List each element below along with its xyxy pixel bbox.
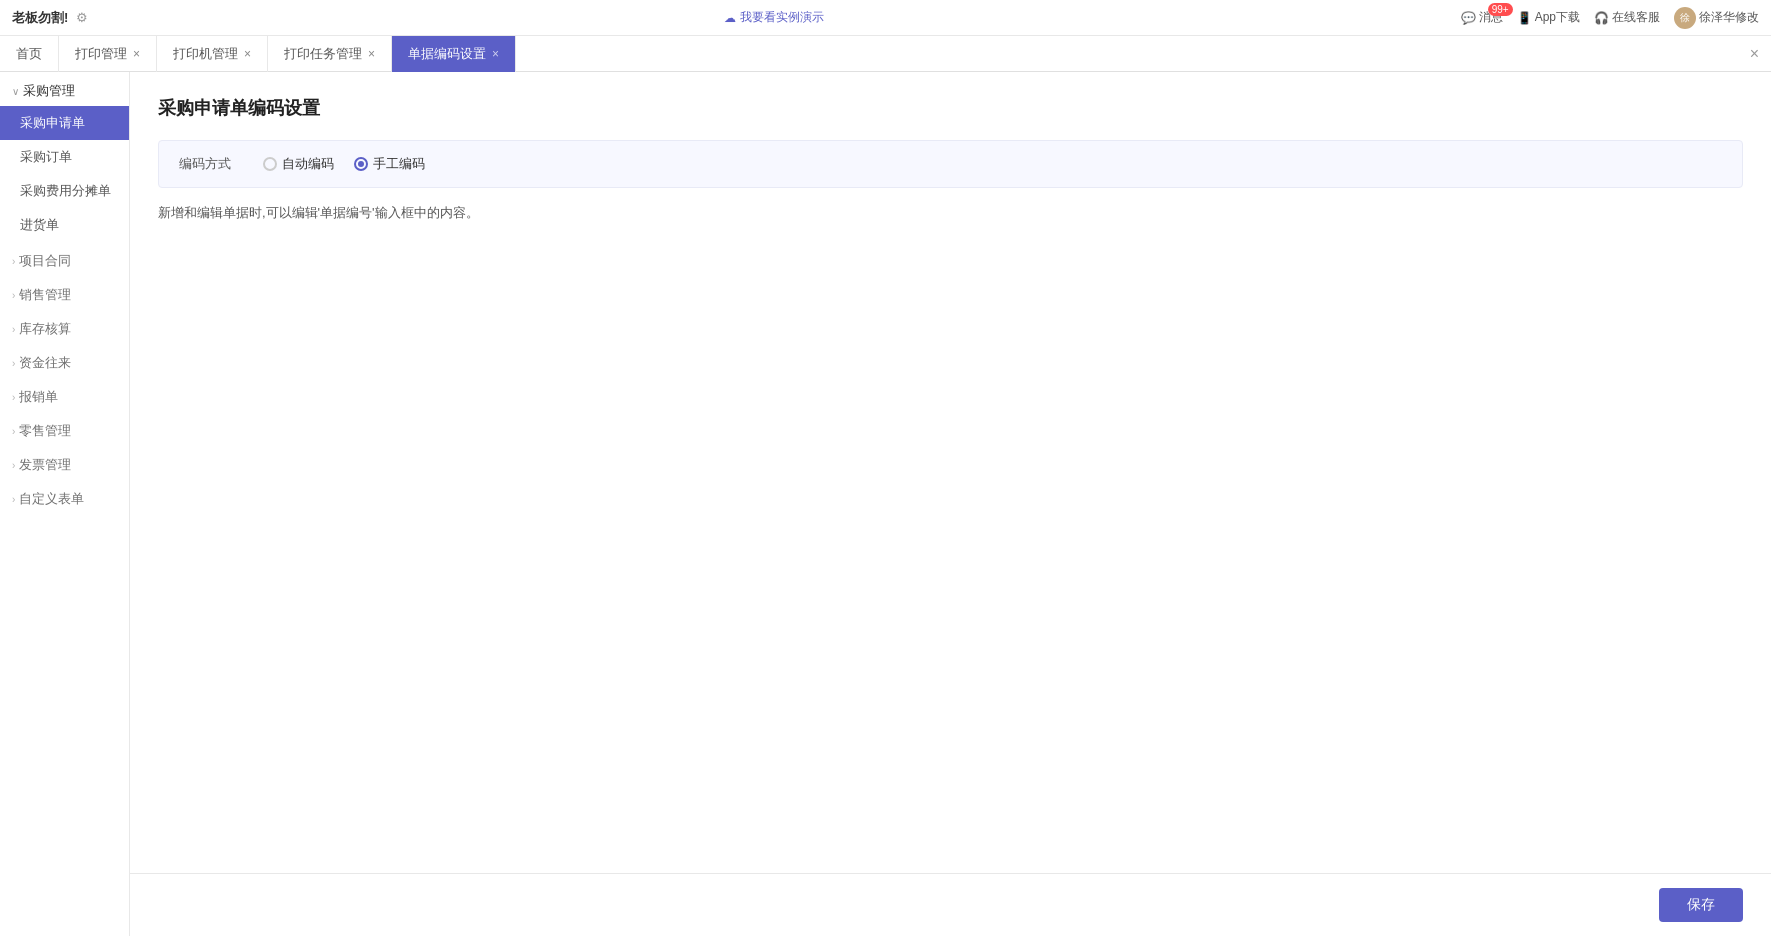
message-icon: 💬: [1461, 11, 1476, 25]
sidebar-group-capital: › 资金往来: [0, 344, 129, 378]
save-button[interactable]: 保存: [1659, 888, 1743, 922]
online-service-button[interactable]: 🎧 在线客服: [1594, 9, 1660, 26]
chevron-down-icon: ∨: [12, 86, 19, 97]
tab-close-print-task[interactable]: ×: [368, 47, 375, 61]
chevron-right-icon-6: ›: [12, 426, 15, 437]
chevron-right-icon-2: ›: [12, 290, 15, 301]
main-layout: ∨ 采购管理 采购申请单 采购订单 采购费用分摊单 进货单 › 项目合同: [0, 72, 1771, 936]
tab-document-code-label: 单据编码设置: [408, 45, 486, 63]
cloud-icon: ☁: [724, 11, 736, 25]
encoding-section: 编码方式 自动编码 手工编码: [158, 140, 1743, 188]
app-logo: 老板勿割!: [12, 9, 68, 27]
description-text: 新增和编辑单据时,可以编辑'单据编号'输入框中的内容。: [158, 204, 1743, 222]
chevron-right-icon-8: ›: [12, 494, 15, 505]
sidebar-item-goods-receipt[interactable]: 进货单: [0, 208, 129, 242]
tab-print-management[interactable]: 打印管理 ×: [59, 36, 157, 72]
chevron-right-icon-7: ›: [12, 460, 15, 471]
sidebar-group-sales-title[interactable]: › 销售管理: [0, 276, 129, 310]
sidebar-group-purchase-title[interactable]: ∨ 采购管理: [0, 72, 129, 106]
top-bar-right: 💬 消息 99+ 📱 App下载 🎧 在线客服 徐 徐泽华修改: [1461, 7, 1759, 29]
sidebar-group-invoice: › 发票管理: [0, 446, 129, 480]
footer: 保存: [130, 873, 1771, 936]
tab-print-task[interactable]: 打印任务管理 ×: [268, 36, 392, 72]
headset-icon: 🎧: [1594, 11, 1609, 25]
tab-close-document-code[interactable]: ×: [492, 47, 499, 61]
chevron-right-icon: ›: [12, 256, 15, 267]
sidebar-group-expense: › 报销单: [0, 378, 129, 412]
message-button[interactable]: 💬 消息 99+: [1461, 9, 1503, 26]
page-title: 采购申请单编码设置: [158, 96, 1743, 120]
tab-bar-close-all[interactable]: ×: [1738, 45, 1771, 63]
announcement-text[interactable]: 我要看实例演示: [740, 9, 824, 26]
top-bar-center: ☁ 我要看实例演示: [724, 9, 824, 26]
tab-close-printer[interactable]: ×: [244, 47, 251, 61]
tab-home[interactable]: 首页: [0, 36, 59, 72]
sidebar-group-invoice-title[interactable]: › 发票管理: [0, 446, 129, 480]
chevron-right-icon-3: ›: [12, 324, 15, 335]
encoding-radio-group: 自动编码 手工编码: [263, 155, 425, 173]
sidebar-group-purchase: ∨ 采购管理 采购申请单 采购订单 采购费用分摊单 进货单: [0, 72, 129, 242]
sidebar-group-purchase-label: 采购管理: [23, 82, 75, 100]
sidebar-item-purchase-expense[interactable]: 采购费用分摊单: [0, 174, 129, 208]
tab-printer-label: 打印机管理: [173, 45, 238, 63]
tab-bar: 首页 打印管理 × 打印机管理 × 打印任务管理 × 单据编码设置 × ×: [0, 36, 1771, 72]
sidebar-item-purchase-request[interactable]: 采购申请单: [0, 106, 129, 140]
tab-document-code[interactable]: 单据编码设置 ×: [392, 36, 516, 72]
radio-auto-circle: [263, 157, 277, 171]
chevron-right-icon-4: ›: [12, 358, 15, 369]
tab-close-print[interactable]: ×: [133, 47, 140, 61]
settings-icon[interactable]: ⚙: [76, 10, 88, 25]
chevron-right-icon-5: ›: [12, 392, 15, 403]
tab-printer-management[interactable]: 打印机管理 ×: [157, 36, 268, 72]
sidebar-group-project-title[interactable]: › 项目合同: [0, 242, 129, 276]
encoding-label: 编码方式: [179, 155, 231, 173]
app-icon: 📱: [1517, 11, 1532, 25]
auto-code-label: 自动编码: [282, 155, 334, 173]
user-profile[interactable]: 徐 徐泽华修改: [1674, 7, 1759, 29]
main-content: 采购申请单编码设置 编码方式 自动编码 手工编码: [130, 72, 1771, 936]
tab-print-task-label: 打印任务管理: [284, 45, 362, 63]
tab-home-label: 首页: [16, 45, 42, 63]
app-download-button[interactable]: 📱 App下载: [1517, 9, 1580, 26]
sidebar-group-custom: › 自定义表单: [0, 480, 129, 514]
sidebar-group-retail-title[interactable]: › 零售管理: [0, 412, 129, 446]
content-area: 采购申请单编码设置 编码方式 自动编码 手工编码: [130, 72, 1771, 873]
message-badge: 99+: [1488, 3, 1513, 16]
sidebar-group-project: › 项目合同: [0, 242, 129, 276]
top-bar: 老板勿割! ⚙ ☁ 我要看实例演示 💬 消息 99+ 📱 App下载 🎧 在线客…: [0, 0, 1771, 36]
sidebar-group-capital-title[interactable]: › 资金往来: [0, 344, 129, 378]
sidebar-group-inventory-title[interactable]: › 库存核算: [0, 310, 129, 344]
radio-auto-code[interactable]: 自动编码: [263, 155, 334, 173]
radio-manual-code[interactable]: 手工编码: [354, 155, 425, 173]
sidebar-group-sales: › 销售管理: [0, 276, 129, 310]
top-bar-left: 老板勿割! ⚙: [12, 9, 88, 27]
avatar: 徐: [1674, 7, 1696, 29]
radio-manual-circle: [354, 157, 368, 171]
manual-code-label: 手工编码: [373, 155, 425, 173]
sidebar: ∨ 采购管理 采购申请单 采购订单 采购费用分摊单 进货单 › 项目合同: [0, 72, 130, 936]
sidebar-group-custom-title[interactable]: › 自定义表单: [0, 480, 129, 514]
sidebar-group-inventory: › 库存核算: [0, 310, 129, 344]
tab-print-label: 打印管理: [75, 45, 127, 63]
sidebar-group-retail: › 零售管理: [0, 412, 129, 446]
sidebar-group-expense-title[interactable]: › 报销单: [0, 378, 129, 412]
sidebar-item-purchase-order[interactable]: 采购订单: [0, 140, 129, 174]
